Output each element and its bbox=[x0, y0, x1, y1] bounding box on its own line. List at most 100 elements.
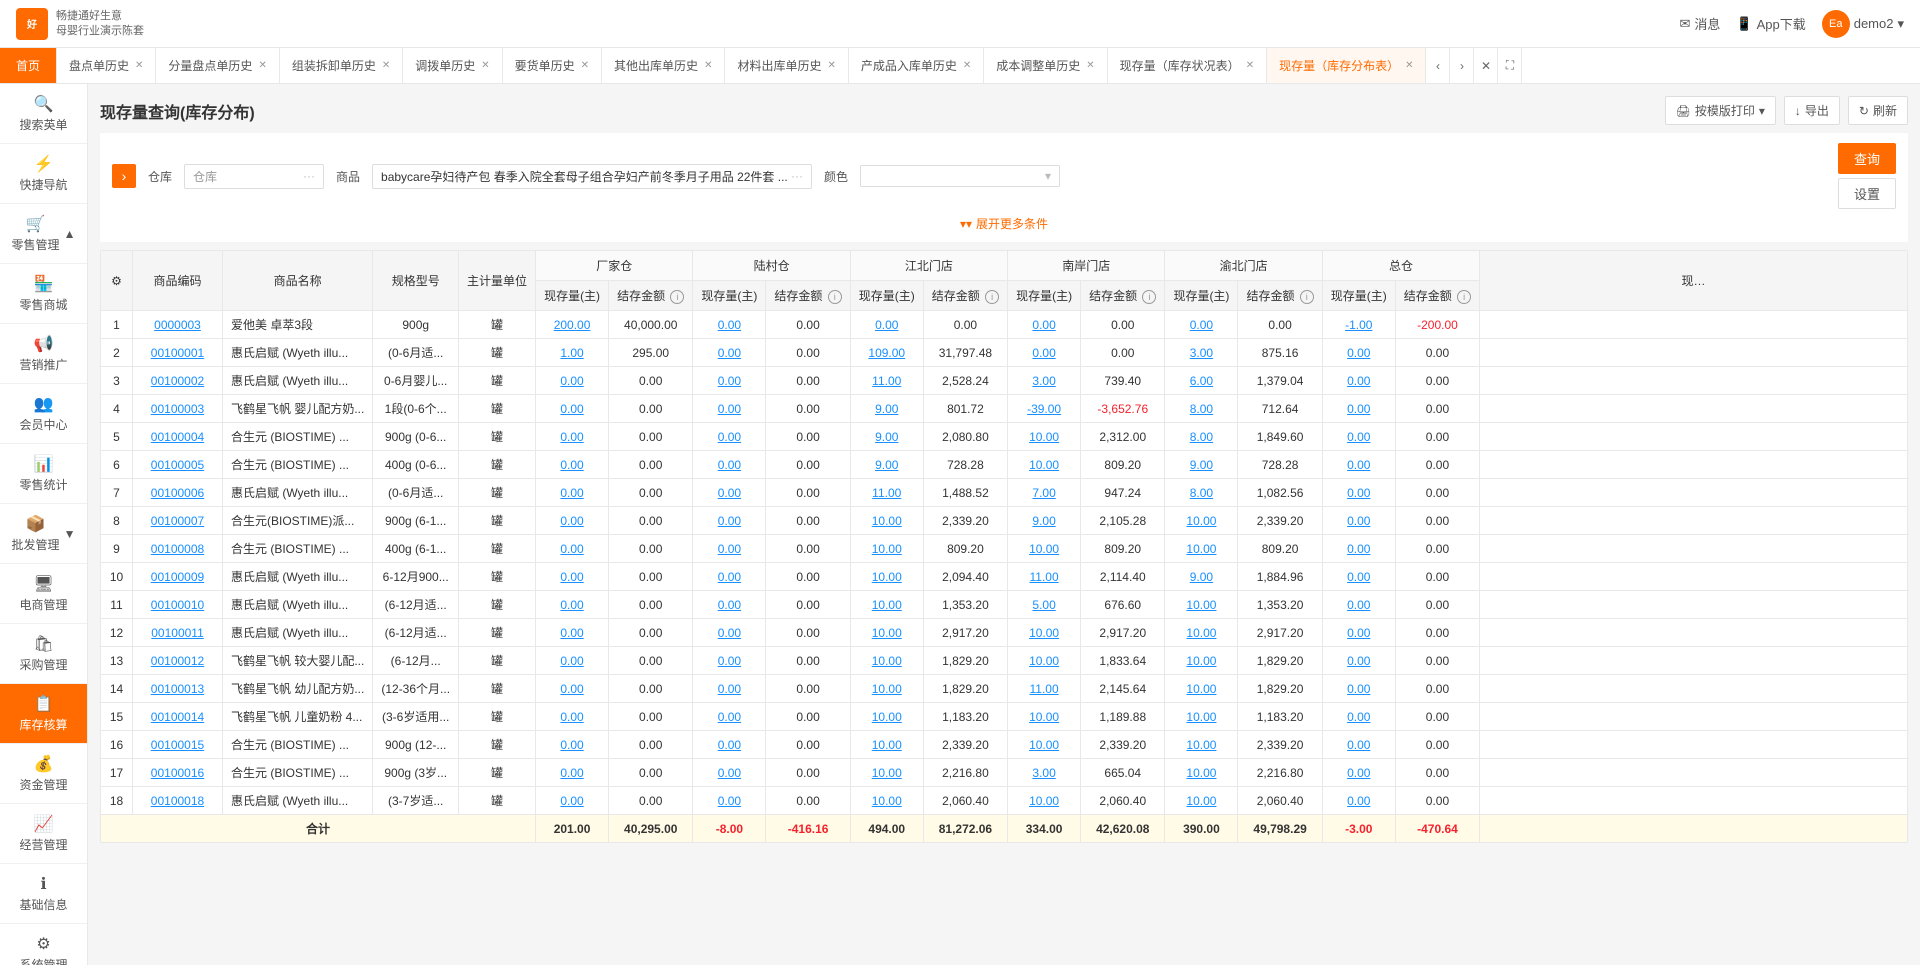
sidebar-item-system[interactable]: ⚙ 系统管理 bbox=[0, 924, 87, 965]
table-cell[interactable]: 1.00 bbox=[536, 339, 609, 367]
table-cell[interactable]: 10.00 bbox=[1008, 535, 1081, 563]
table-cell[interactable]: 11.00 bbox=[850, 479, 923, 507]
table-cell[interactable]: 0.00 bbox=[1322, 731, 1395, 759]
tab-close-icon[interactable]: ✕ bbox=[963, 60, 971, 71]
table-cell[interactable]: 0.00 bbox=[1322, 535, 1395, 563]
table-cell[interactable]: 0.00 bbox=[693, 703, 766, 731]
table-cell[interactable]: 0.00 bbox=[536, 731, 609, 759]
tab-transfer[interactable]: 调拨单历史 ✕ bbox=[403, 48, 502, 84]
table-cell[interactable]: 6.00 bbox=[1165, 367, 1238, 395]
table-cell[interactable]: 00100002 bbox=[133, 367, 223, 395]
sidebar-item-purchase[interactable]: 🛍 采购管理 bbox=[0, 624, 87, 684]
tab-close-icon[interactable]: ✕ bbox=[1086, 60, 1094, 71]
sidebar-item-member[interactable]: 👥 会员中心 bbox=[0, 384, 87, 444]
table-cell[interactable]: 10.00 bbox=[1165, 535, 1238, 563]
sidebar-item-wholesale[interactable]: 📦 批发管理 ▼ bbox=[0, 504, 87, 564]
tab-stock-dist[interactable]: 现存量（库存分布表） ✕ bbox=[1267, 48, 1426, 84]
tab-close-icon[interactable]: ✕ bbox=[135, 60, 143, 71]
table-cell[interactable]: 0.00 bbox=[1322, 591, 1395, 619]
table-cell[interactable]: 0.00 bbox=[693, 787, 766, 815]
table-cell[interactable]: 10.00 bbox=[1165, 759, 1238, 787]
table-cell[interactable]: 10.00 bbox=[1008, 451, 1081, 479]
table-cell[interactable]: 0.00 bbox=[536, 535, 609, 563]
table-cell[interactable]: 0.00 bbox=[693, 675, 766, 703]
table-cell[interactable]: 0.00 bbox=[693, 479, 766, 507]
table-cell[interactable]: 0.00 bbox=[1165, 311, 1238, 339]
sidebar-item-basics[interactable]: ℹ 基础信息 bbox=[0, 864, 87, 924]
table-cell[interactable]: 0.00 bbox=[693, 451, 766, 479]
table-cell[interactable]: 0.00 bbox=[693, 395, 766, 423]
table-cell[interactable]: 10.00 bbox=[850, 619, 923, 647]
table-cell[interactable]: 0.00 bbox=[536, 703, 609, 731]
warehouse-dots[interactable]: ··· bbox=[303, 169, 315, 183]
table-cell[interactable]: 0.00 bbox=[693, 591, 766, 619]
tab-prev-btn[interactable]: ‹ bbox=[1426, 48, 1450, 84]
table-cell[interactable]: 10.00 bbox=[850, 675, 923, 703]
tab-split-inventory[interactable]: 分量盘点单历史 ✕ bbox=[156, 48, 279, 84]
filter-expand-btn[interactable]: › bbox=[112, 164, 136, 188]
table-cell[interactable]: 0.00 bbox=[1322, 647, 1395, 675]
sidebar-item-retail-shop[interactable]: 🏪 零售商城 bbox=[0, 264, 87, 324]
sidebar-item-marketing[interactable]: 📢 营销推广 bbox=[0, 324, 87, 384]
table-cell[interactable]: 0.00 bbox=[693, 759, 766, 787]
table-cell[interactable]: -39.00 bbox=[1008, 395, 1081, 423]
table-cell[interactable]: 00100010 bbox=[133, 591, 223, 619]
setting-button[interactable]: 设置 bbox=[1838, 178, 1896, 209]
table-cell[interactable]: 0.00 bbox=[536, 675, 609, 703]
export-button[interactable]: ↓ 导出 bbox=[1784, 96, 1840, 125]
table-cell[interactable]: 0.00 bbox=[536, 647, 609, 675]
table-cell[interactable]: 10.00 bbox=[1165, 731, 1238, 759]
sidebar-item-ecommerce[interactable]: 🖥 电商管理 bbox=[0, 564, 87, 624]
tab-close-icon[interactable]: ✕ bbox=[481, 60, 489, 71]
sidebar-item-operations[interactable]: 📈 经营管理 bbox=[0, 804, 87, 864]
table-cell[interactable]: 0.00 bbox=[1322, 395, 1395, 423]
table-cell[interactable]: 10.00 bbox=[1165, 675, 1238, 703]
table-cell[interactable]: 00100013 bbox=[133, 675, 223, 703]
print-button[interactable]: 🖨 按模版打印 ▾ bbox=[1665, 96, 1776, 125]
table-cell[interactable]: 0.00 bbox=[1322, 339, 1395, 367]
table-cell[interactable]: 10.00 bbox=[850, 535, 923, 563]
table-cell[interactable]: 0.00 bbox=[1322, 367, 1395, 395]
sidebar-item-quicknav[interactable]: ⚡ 快捷导航 bbox=[0, 144, 87, 204]
table-cell[interactable]: 10.00 bbox=[1165, 507, 1238, 535]
tab-home[interactable]: 首页 bbox=[0, 48, 57, 84]
info-icon[interactable]: i bbox=[828, 290, 842, 304]
table-cell[interactable]: 0.00 bbox=[536, 423, 609, 451]
table-cell[interactable]: 0.00 bbox=[1322, 423, 1395, 451]
table-cell[interactable]: 10.00 bbox=[1165, 787, 1238, 815]
tab-cost-adjust[interactable]: 成本调整单历史 ✕ bbox=[984, 48, 1107, 84]
table-cell[interactable]: 0.00 bbox=[1322, 479, 1395, 507]
tab-close-icon[interactable]: ✕ bbox=[1246, 60, 1254, 71]
table-cell[interactable]: 10.00 bbox=[1008, 647, 1081, 675]
table-cell[interactable]: 10.00 bbox=[1165, 591, 1238, 619]
color-arrow-icon[interactable]: ▾ bbox=[1045, 169, 1051, 183]
table-cell[interactable]: 0.00 bbox=[693, 535, 766, 563]
filter-expand-row[interactable]: ▾▾ 展开更多条件 bbox=[112, 215, 1896, 232]
table-cell[interactable]: 00100014 bbox=[133, 703, 223, 731]
tab-close-all-btn[interactable]: ✕ bbox=[1474, 48, 1498, 84]
table-cell[interactable]: 0.00 bbox=[536, 619, 609, 647]
table-cell[interactable]: 9.00 bbox=[850, 395, 923, 423]
sidebar-item-retail-mgmt[interactable]: 🛒 零售管理 ▲ bbox=[0, 204, 87, 264]
table-cell[interactable]: 3.00 bbox=[1008, 367, 1081, 395]
table-cell[interactable]: 0.00 bbox=[1322, 787, 1395, 815]
table-cell[interactable]: 00100009 bbox=[133, 563, 223, 591]
table-cell[interactable]: 10.00 bbox=[850, 591, 923, 619]
table-cell[interactable]: 10.00 bbox=[1008, 619, 1081, 647]
table-cell[interactable]: 10.00 bbox=[1008, 731, 1081, 759]
table-cell[interactable]: 10.00 bbox=[1165, 619, 1238, 647]
table-cell[interactable]: 109.00 bbox=[850, 339, 923, 367]
table-cell[interactable]: 0.00 bbox=[536, 591, 609, 619]
tab-product-in[interactable]: 产成品入库单历史 ✕ bbox=[849, 48, 984, 84]
table-cell[interactable]: 3.00 bbox=[1008, 759, 1081, 787]
query-button[interactable]: 查询 bbox=[1838, 143, 1896, 174]
table-cell[interactable]: 00100003 bbox=[133, 395, 223, 423]
product-dots[interactable]: ··· bbox=[791, 169, 803, 183]
table-cell[interactable]: 0.00 bbox=[693, 563, 766, 591]
table-cell[interactable]: 0.00 bbox=[536, 451, 609, 479]
table-cell[interactable]: 8.00 bbox=[1165, 395, 1238, 423]
table-cell[interactable]: 0.00 bbox=[1322, 507, 1395, 535]
table-cell[interactable]: 9.00 bbox=[1008, 507, 1081, 535]
tab-close-icon[interactable]: ✕ bbox=[581, 60, 589, 71]
table-cell[interactable]: 0.00 bbox=[1322, 563, 1395, 591]
